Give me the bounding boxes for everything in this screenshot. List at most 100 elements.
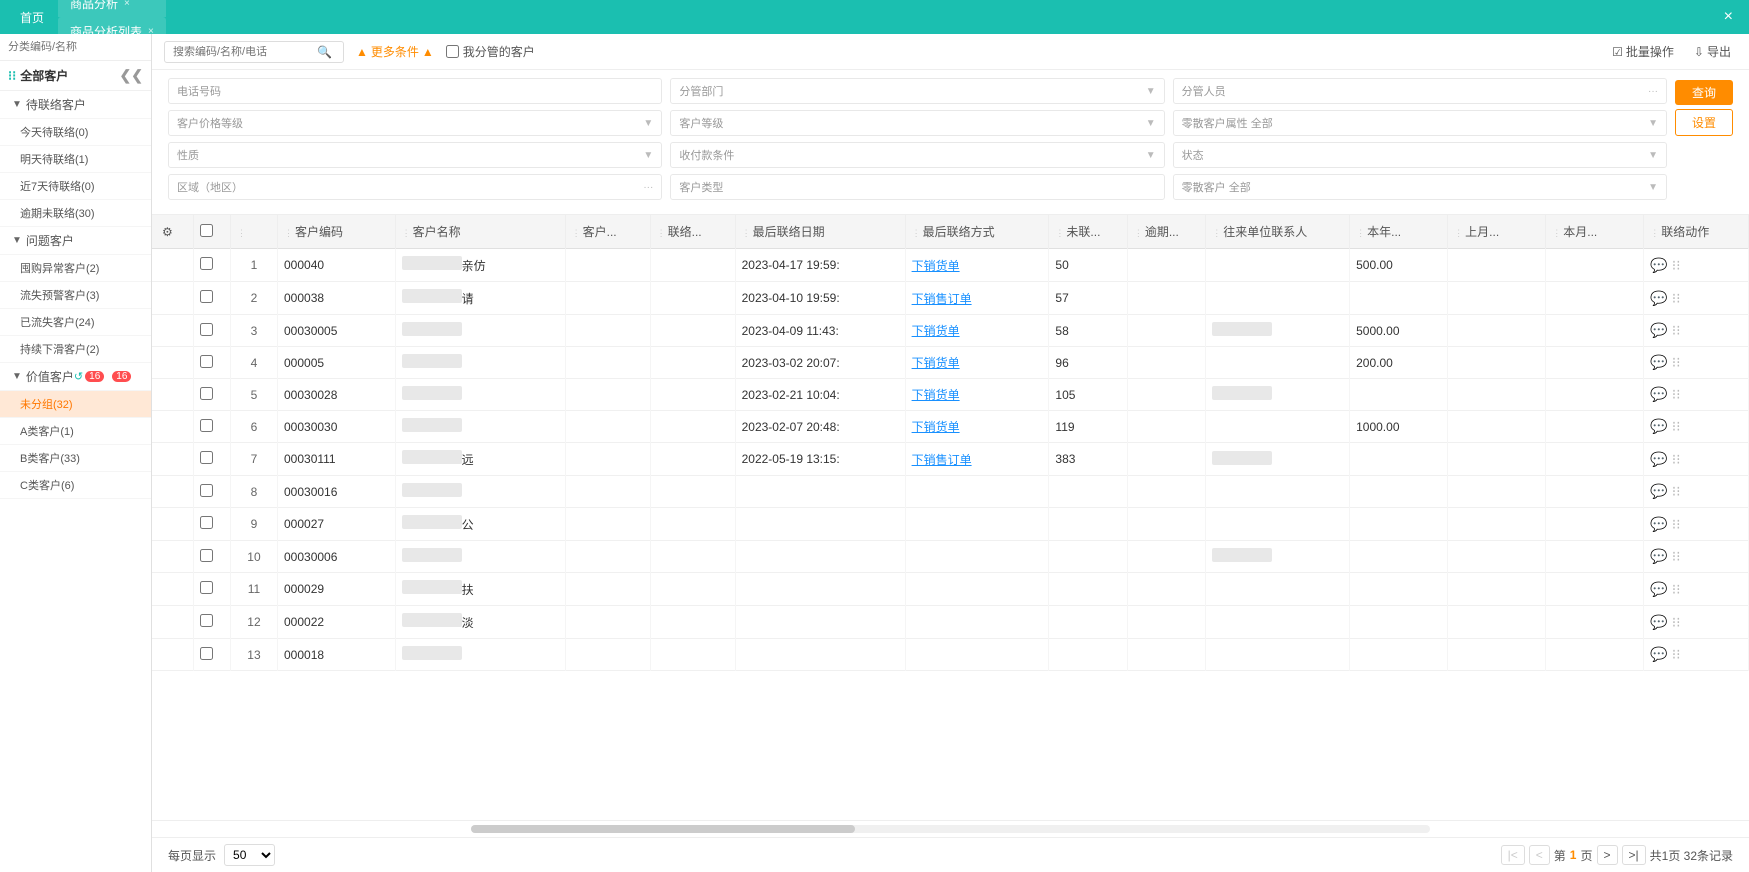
chat-icon[interactable]: 💬 <box>1650 646 1667 663</box>
row-checkbox-cell[interactable] <box>194 443 231 476</box>
row-checkbox-cell[interactable] <box>194 476 231 508</box>
grid-action-icon[interactable]: ⁝⁝ <box>1672 451 1681 468</box>
sidebar-item-_7_____0_[interactable]: 近7天待联络(0) <box>0 173 151 200</box>
sidebar-item-______0_[interactable]: 今天待联络(0) <box>0 119 151 146</box>
grid-action-icon[interactable]: ⁝⁝ <box>1672 483 1681 500</box>
grid-action-icon[interactable]: ⁝⁝ <box>1672 290 1681 307</box>
row-checkbox[interactable] <box>200 355 213 368</box>
last-method-link[interactable]: 下销售订单 <box>912 453 972 467</box>
row-checkbox[interactable] <box>200 614 213 627</box>
sidebar-search-input[interactable] <box>8 41 150 53</box>
query-button[interactable]: 查询 <box>1675 80 1733 105</box>
sidebar-group-value[interactable]: ▼价值客户↺1616 <box>0 363 151 391</box>
col-header-contact[interactable]: ⋮联络... <box>650 215 735 249</box>
grid-action-icon[interactable]: ⁝⁝ <box>1672 646 1681 663</box>
col-header-name[interactable]: ⋮客户名称 <box>395 215 565 249</box>
settings-icon[interactable]: ⚙ <box>162 225 173 239</box>
my-customers-filter[interactable]: 我分管的客户 <box>446 43 535 60</box>
last-method-link[interactable]: 下销货单 <box>912 420 960 434</box>
chat-icon[interactable]: 💬 <box>1650 581 1667 598</box>
filter-search-icon[interactable]: 🔍 <box>317 45 332 59</box>
chat-icon[interactable]: 💬 <box>1650 548 1667 565</box>
chat-icon[interactable]: 💬 <box>1650 516 1667 533</box>
filter-field-1-0[interactable]: 客户价格等级▼ <box>168 110 662 136</box>
col-header-type[interactable]: ⋮客户... <box>565 215 650 249</box>
grid-action-icon[interactable]: ⁝⁝ <box>1672 257 1681 274</box>
grid-action-icon[interactable]: ⁝⁝ <box>1672 548 1681 565</box>
filter-field-3-1[interactable]: 客户类型 <box>670 174 1164 200</box>
chat-icon[interactable]: 💬 <box>1650 354 1667 371</box>
row-checkbox[interactable] <box>200 484 213 497</box>
batch-operation-btn[interactable]: ☑ 批量操作 <box>1606 40 1680 63</box>
grid-action-icon[interactable]: ⁝⁝ <box>1672 322 1681 339</box>
sidebar-group-pending[interactable]: ▼待联络客户 <box>0 91 151 119</box>
row-checkbox[interactable] <box>200 516 213 529</box>
col-header-this_month[interactable]: ⋮本月... <box>1546 215 1644 249</box>
sidebar-item-_______2_[interactable]: 持续下滑客户(2) <box>0 336 151 363</box>
row-checkbox-cell[interactable] <box>194 347 231 379</box>
sidebar-item-B____33_[interactable]: B类客户(33) <box>0 445 151 472</box>
scrollbar-track[interactable] <box>471 825 1429 833</box>
row-checkbox[interactable] <box>200 419 213 432</box>
sidebar-item-______1_[interactable]: 明天待联络(1) <box>0 146 151 173</box>
row-checkbox-cell[interactable] <box>194 573 231 606</box>
chat-icon[interactable]: 💬 <box>1650 386 1667 403</box>
select-all-checkbox[interactable] <box>200 224 213 237</box>
col-header-liaison[interactable]: ⋮往来单位联系人 <box>1206 215 1350 249</box>
col-header-code[interactable]: ⋮客户编码 <box>278 215 396 249</box>
filter-field-2-1[interactable]: 收付款条件▼ <box>670 142 1164 168</box>
sidebar-group-problem[interactable]: ▼问题客户 <box>0 227 151 255</box>
row-checkbox[interactable] <box>200 647 213 660</box>
col-header-row_num[interactable]: ⋮ <box>230 215 277 249</box>
sidebar-item-C____6_[interactable]: C类客户(6) <box>0 472 151 499</box>
filter-field-3-0[interactable]: 区域（地区）··· <box>168 174 662 200</box>
row-checkbox[interactable] <box>200 290 213 303</box>
last-method-link[interactable]: 下销售订单 <box>912 292 972 306</box>
filter-field-0-0[interactable]: 电话号码 <box>168 78 662 104</box>
sidebar-item-______30_[interactable]: 逾期未联络(30) <box>0 200 151 227</box>
chat-icon[interactable]: 💬 <box>1650 257 1667 274</box>
row-checkbox[interactable] <box>200 451 213 464</box>
nav-home[interactable]: 首页 <box>8 9 56 26</box>
row-checkbox-cell[interactable] <box>194 315 231 347</box>
nav-tab-analysis[interactable]: 商品分析× <box>58 0 166 17</box>
row-checkbox-cell[interactable] <box>194 639 231 671</box>
row-checkbox[interactable] <box>200 549 213 562</box>
grid-action-icon[interactable]: ⁝⁝ <box>1672 418 1681 435</box>
col-header-overdue[interactable]: ⋮逾期... <box>1127 215 1205 249</box>
grid-action-icon[interactable]: ⁝⁝ <box>1672 386 1681 403</box>
last-method-link[interactable]: 下销货单 <box>912 356 960 370</box>
last-method-link[interactable]: 下销货单 <box>912 259 960 273</box>
filter-search-box[interactable]: 🔍 <box>164 41 344 63</box>
row-checkbox-cell[interactable] <box>194 541 231 573</box>
row-checkbox-cell[interactable] <box>194 249 231 282</box>
grid-action-icon[interactable]: ⁝⁝ <box>1672 614 1681 631</box>
col-header-checkbox[interactable] <box>194 215 231 249</box>
sidebar-all-customers[interactable]: ⁝⁝ 全部客户 ❮❮ <box>0 61 151 91</box>
row-checkbox[interactable] <box>200 257 213 270</box>
last-page-btn[interactable]: >| <box>1622 845 1646 865</box>
grid-action-icon[interactable]: ⁝⁝ <box>1672 516 1681 533</box>
col-header-settings[interactable]: ⚙ <box>152 215 194 249</box>
chat-icon[interactable]: 💬 <box>1650 483 1667 500</box>
horizontal-scroll-area[interactable] <box>152 820 1749 837</box>
filter-field-1-1[interactable]: 客户等级▼ <box>670 110 1164 136</box>
row-checkbox-cell[interactable] <box>194 379 231 411</box>
sidebar-item-____32_[interactable]: 未分组(32) <box>0 391 151 418</box>
row-checkbox-cell[interactable] <box>194 508 231 541</box>
close-all-icon[interactable]: × <box>1716 8 1741 26</box>
filter-field-3-2[interactable]: 零散客户 全部▼ <box>1173 174 1667 200</box>
chat-icon[interactable]: 💬 <box>1650 290 1667 307</box>
export-btn[interactable]: ⇩ 导出 <box>1688 40 1737 63</box>
row-checkbox-cell[interactable] <box>194 282 231 315</box>
filter-search-input[interactable] <box>173 46 313 58</box>
my-customers-checkbox[interactable] <box>446 45 459 58</box>
chat-icon[interactable]: 💬 <box>1650 451 1667 468</box>
last-method-link[interactable]: 下销货单 <box>912 388 960 402</box>
col-header-last_month[interactable]: ⋮上月... <box>1448 215 1546 249</box>
sidebar-item-______24_[interactable]: 已流失客户(24) <box>0 309 151 336</box>
filter-more-btn[interactable]: ▲ 更多条件 ▲ <box>356 43 434 60</box>
grid-action-icon[interactable]: ⁝⁝ <box>1672 581 1681 598</box>
last-method-link[interactable]: 下销货单 <box>912 324 960 338</box>
next-page-btn[interactable]: > <box>1597 845 1618 865</box>
